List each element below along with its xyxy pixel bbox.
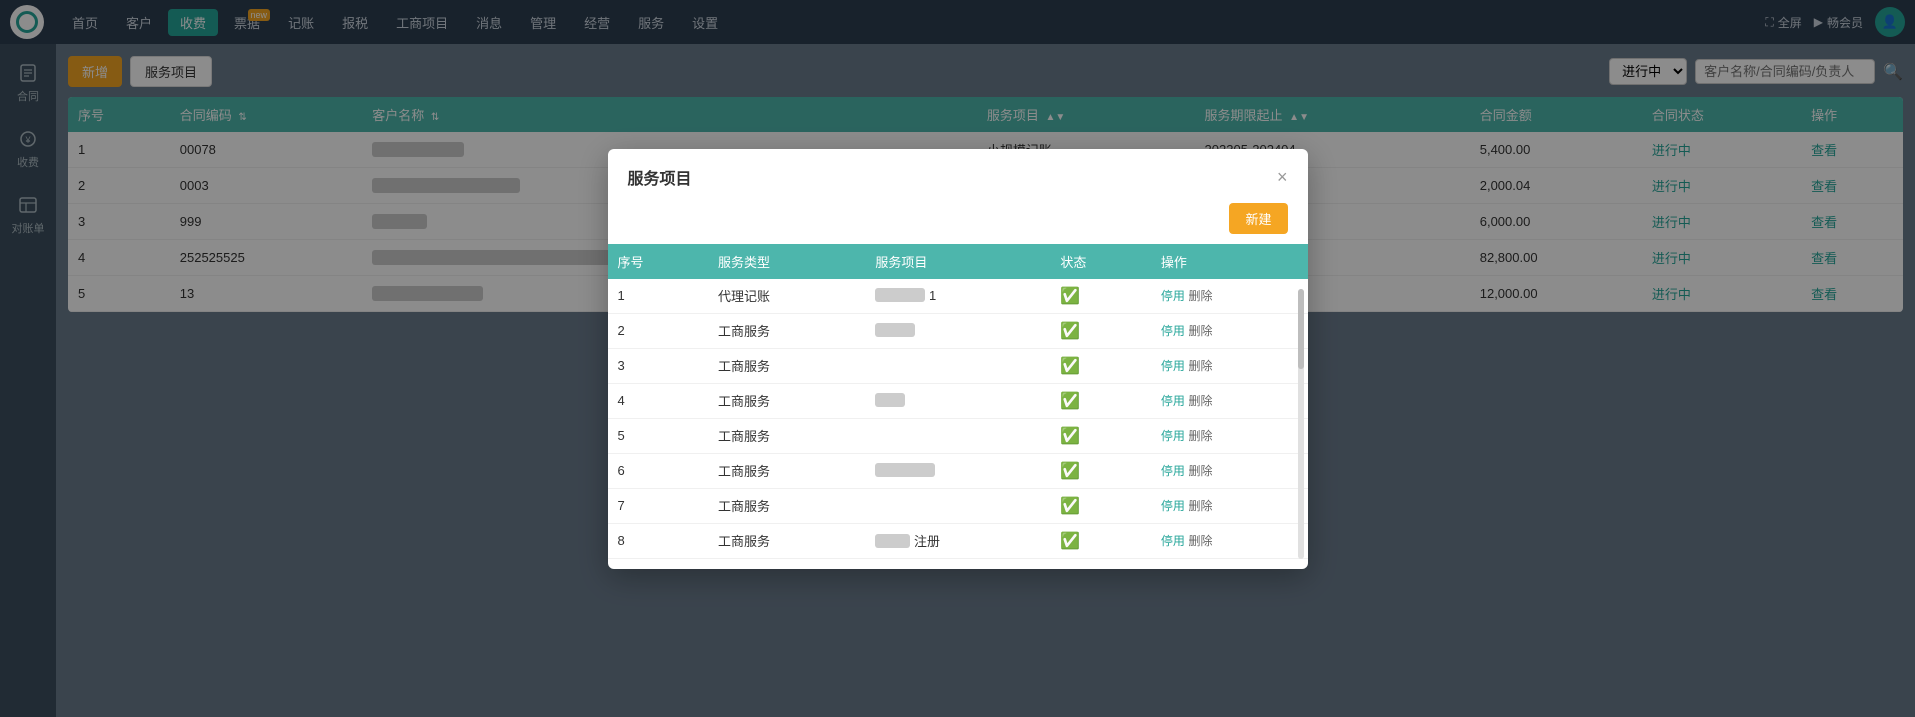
modal-row-status: ✅ <box>1050 488 1151 523</box>
modal-table-row: 3 工商服务 ✅ 停用 删除 <box>608 348 1308 383</box>
modal-row-seq: 5 <box>608 418 709 453</box>
stop-button[interactable]: 停用 <box>1161 322 1185 339</box>
modal-row-status: ✅ <box>1050 348 1151 383</box>
modal-col-item: 服务项目 <box>865 244 1050 279</box>
modal-row-actions: 停用 删除 <box>1151 313 1308 348</box>
active-status-icon: ✅ <box>1060 393 1080 410</box>
modal-row-item: █ 注册 <box>865 523 1050 558</box>
modal-row-seq: 3 <box>608 348 709 383</box>
modal-col-type: 服务类型 <box>708 244 865 279</box>
service-items-table: 序号 服务类型 服务项目 状态 操作 1 代理记账 █ 1 ✅ 停用 <box>608 244 1308 559</box>
modal-row-actions: 停用 删除 <box>1151 383 1308 418</box>
active-status-icon: ✅ <box>1060 463 1080 480</box>
stop-button[interactable]: 停用 <box>1161 392 1185 409</box>
modal-row-status: ✅ <box>1050 453 1151 488</box>
scrollbar-thumb <box>1298 289 1304 369</box>
active-status-icon: ✅ <box>1060 533 1080 550</box>
modal-col-seq: 序号 <box>608 244 709 279</box>
modal-row-item: █ <box>865 383 1050 418</box>
modal-body: 序号 服务类型 服务项目 状态 操作 1 代理记账 █ 1 ✅ 停用 <box>608 244 1308 569</box>
delete-button[interactable]: 删除 <box>1189 322 1213 339</box>
modal-row-item <box>865 488 1050 523</box>
modal-scrollbar[interactable] <box>1298 289 1304 559</box>
modal-row-item <box>865 418 1050 453</box>
modal-close-button[interactable]: × <box>1277 168 1288 186</box>
stop-button[interactable]: 停用 <box>1161 287 1185 304</box>
modal-row-status: ✅ <box>1050 418 1151 453</box>
modal-row-actions: 停用 删除 <box>1151 418 1308 453</box>
modal-row-seq: 2 <box>608 313 709 348</box>
modal-row-status: ✅ <box>1050 523 1151 558</box>
stop-button[interactable]: 停用 <box>1161 427 1185 444</box>
stop-button[interactable]: 停用 <box>1161 497 1185 514</box>
modal-row-type: 工商服务 <box>708 348 865 383</box>
modal-table-row: 4 工商服务 █ ✅ 停用 删除 <box>608 383 1308 418</box>
modal-table-row: 6 工商服务 █ ✅ 停用 删除 <box>608 453 1308 488</box>
stop-button[interactable]: 停用 <box>1161 357 1185 374</box>
modal-header: 服务项目 × <box>608 149 1308 199</box>
modal-toolbar: 新建 <box>608 199 1308 244</box>
service-items-modal: 服务项目 × 新建 序号 服务类型 服务项目 状态 操作 <box>608 149 1308 569</box>
stop-button[interactable]: 停用 <box>1161 532 1185 549</box>
delete-button[interactable]: 删除 <box>1189 532 1213 549</box>
active-status-icon: ✅ <box>1060 288 1080 305</box>
modal-row-item: █ 1 <box>865 279 1050 314</box>
stop-button[interactable]: 停用 <box>1161 462 1185 479</box>
modal-row-type: 工商服务 <box>708 418 865 453</box>
modal-col-action: 操作 <box>1151 244 1308 279</box>
modal-row-seq: 7 <box>608 488 709 523</box>
modal-row-actions: 停用 删除 <box>1151 279 1308 314</box>
modal-row-type: 工商服务 <box>708 383 865 418</box>
delete-button[interactable]: 删除 <box>1189 357 1213 374</box>
modal-row-actions: 停用 删除 <box>1151 523 1308 558</box>
modal-row-type: 工商服务 <box>708 313 865 348</box>
modal-row-actions: 停用 删除 <box>1151 488 1308 523</box>
modal-row-item: █ <box>865 453 1050 488</box>
modal-row-seq: 1 <box>608 279 709 314</box>
modal-row-status: ✅ <box>1050 279 1151 314</box>
active-status-icon: ✅ <box>1060 498 1080 515</box>
modal-table-row: 5 工商服务 ✅ 停用 删除 <box>608 418 1308 453</box>
delete-button[interactable]: 删除 <box>1189 392 1213 409</box>
modal-overlay[interactable]: 服务项目 × 新建 序号 服务类型 服务项目 状态 操作 <box>0 0 1915 717</box>
modal-row-type: 工商服务 <box>708 488 865 523</box>
modal-row-actions: 停用 删除 <box>1151 348 1308 383</box>
modal-col-status: 状态 <box>1050 244 1151 279</box>
modal-row-seq: 4 <box>608 383 709 418</box>
modal-row-status: ✅ <box>1050 383 1151 418</box>
active-status-icon: ✅ <box>1060 428 1080 445</box>
delete-button[interactable]: 删除 <box>1189 462 1213 479</box>
delete-button[interactable]: 删除 <box>1189 287 1213 304</box>
modal-row-seq: 6 <box>608 453 709 488</box>
delete-button[interactable]: 删除 <box>1189 497 1213 514</box>
modal-table-row: 8 工商服务 █ 注册 ✅ 停用 删除 <box>608 523 1308 558</box>
active-status-icon: ✅ <box>1060 323 1080 340</box>
modal-table-row: 7 工商服务 ✅ 停用 删除 <box>608 488 1308 523</box>
modal-new-button[interactable]: 新建 <box>1229 203 1287 234</box>
modal-row-seq: 8 <box>608 523 709 558</box>
modal-row-type: 工商服务 <box>708 453 865 488</box>
modal-row-item <box>865 348 1050 383</box>
active-status-icon: ✅ <box>1060 358 1080 375</box>
modal-title: 服务项目 <box>628 165 692 189</box>
modal-row-type: 代理记账 <box>708 279 865 314</box>
modal-table-row: 1 代理记账 █ 1 ✅ 停用 删除 <box>608 279 1308 314</box>
modal-row-actions: 停用 删除 <box>1151 453 1308 488</box>
modal-table-row: 2 工商服务 █ ✅ 停用 删除 <box>608 313 1308 348</box>
modal-row-item: █ <box>865 313 1050 348</box>
modal-row-status: ✅ <box>1050 313 1151 348</box>
delete-button[interactable]: 删除 <box>1189 427 1213 444</box>
modal-row-type: 工商服务 <box>708 523 865 558</box>
